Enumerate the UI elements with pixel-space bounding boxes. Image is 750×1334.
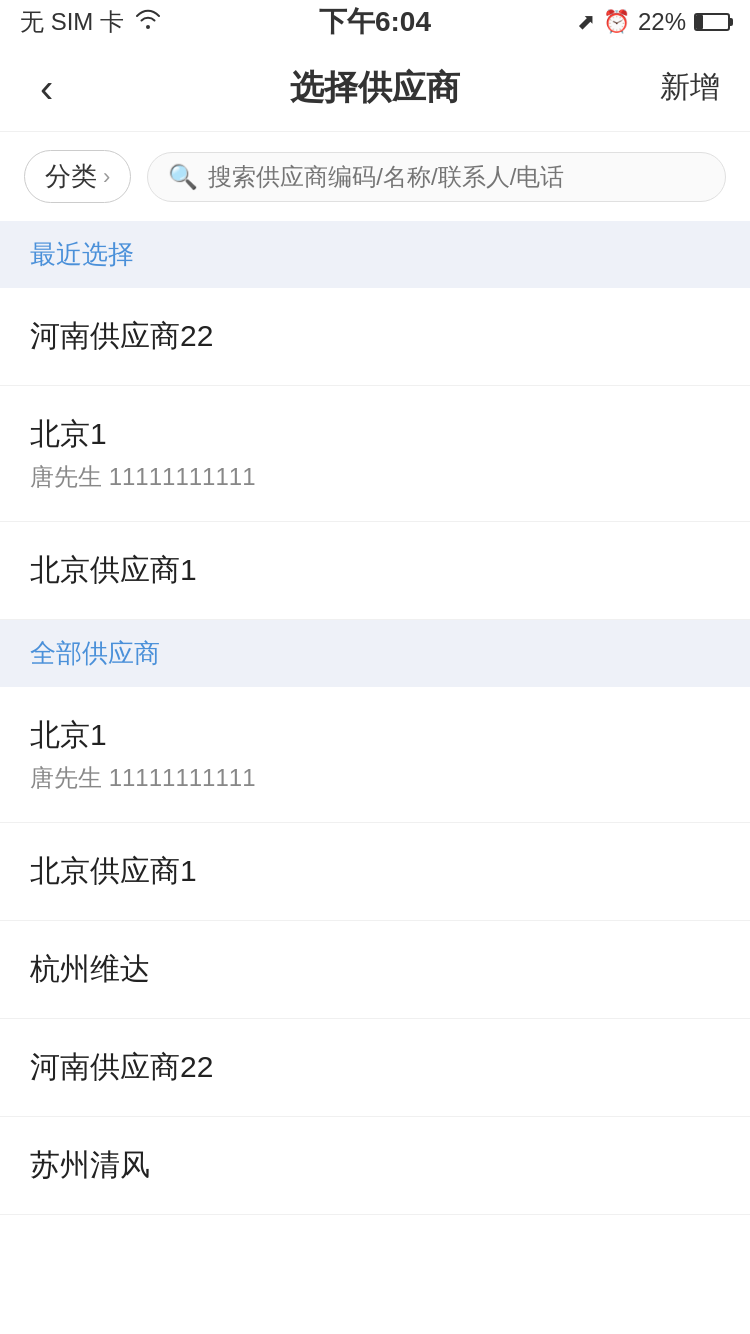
recent-list: 河南供应商22 北京1 唐先生 11111111111 北京供应商1 — [0, 288, 750, 620]
all-section-label: 全部供应商 — [30, 638, 160, 668]
list-item[interactable]: 杭州维达 — [0, 921, 750, 1019]
supplier-sub: 唐先生 11111111111 — [30, 461, 720, 493]
status-left: 无 SIM 卡 — [20, 6, 162, 38]
list-item[interactable]: 北京1 唐先生 11111111111 — [0, 386, 750, 522]
recent-section-label: 最近选择 — [30, 239, 134, 269]
list-item[interactable]: 河南供应商22 — [0, 288, 750, 386]
list-item[interactable]: 苏州清风 — [0, 1117, 750, 1215]
status-time: 下午6:04 — [319, 3, 431, 41]
status-bar: 无 SIM 卡 下午6:04 ⬈ ⏰ 22% — [0, 0, 750, 44]
supplier-name: 北京1 — [30, 715, 720, 756]
supplier-name: 河南供应商22 — [30, 316, 720, 357]
list-item[interactable]: 河南供应商22 — [0, 1019, 750, 1117]
list-item[interactable]: 北京供应商1 — [0, 823, 750, 921]
location-icon: ⬈ — [577, 9, 595, 35]
all-section-header: 全部供应商 — [0, 620, 750, 687]
nav-bar: ‹ 选择供应商 新增 — [0, 44, 750, 132]
supplier-name: 北京供应商1 — [30, 550, 720, 591]
page-title: 选择供应商 — [290, 65, 460, 111]
all-list: 北京1 唐先生 11111111111 北京供应商1 杭州维达 河南供应商22 … — [0, 687, 750, 1215]
category-button[interactable]: 分类 › — [24, 150, 131, 203]
recent-section-header: 最近选择 — [0, 221, 750, 288]
add-button[interactable]: 新增 — [660, 67, 720, 108]
filter-row: 分类 › 🔍 — [0, 132, 750, 221]
list-item[interactable]: 北京供应商1 — [0, 522, 750, 620]
wifi-icon — [134, 8, 162, 36]
category-label: 分类 — [45, 159, 97, 194]
supplier-name: 杭州维达 — [30, 949, 720, 990]
back-button[interactable]: ‹ — [30, 58, 63, 118]
alarm-icon: ⏰ — [603, 9, 630, 35]
sim-label: 无 SIM 卡 — [20, 6, 124, 38]
battery-icon — [694, 13, 730, 31]
status-right: ⬈ ⏰ 22% — [577, 8, 730, 36]
search-icon: 🔍 — [168, 163, 198, 191]
search-box[interactable]: 🔍 — [147, 152, 726, 202]
search-input[interactable] — [208, 163, 705, 191]
supplier-name: 河南供应商22 — [30, 1047, 720, 1088]
supplier-name: 苏州清风 — [30, 1145, 720, 1186]
supplier-sub: 唐先生 11111111111 — [30, 762, 720, 794]
list-item[interactable]: 北京1 唐先生 11111111111 — [0, 687, 750, 823]
supplier-name: 北京1 — [30, 414, 720, 455]
battery-percent: 22% — [638, 8, 686, 36]
chevron-right-icon: › — [103, 164, 110, 190]
supplier-name: 北京供应商1 — [30, 851, 720, 892]
